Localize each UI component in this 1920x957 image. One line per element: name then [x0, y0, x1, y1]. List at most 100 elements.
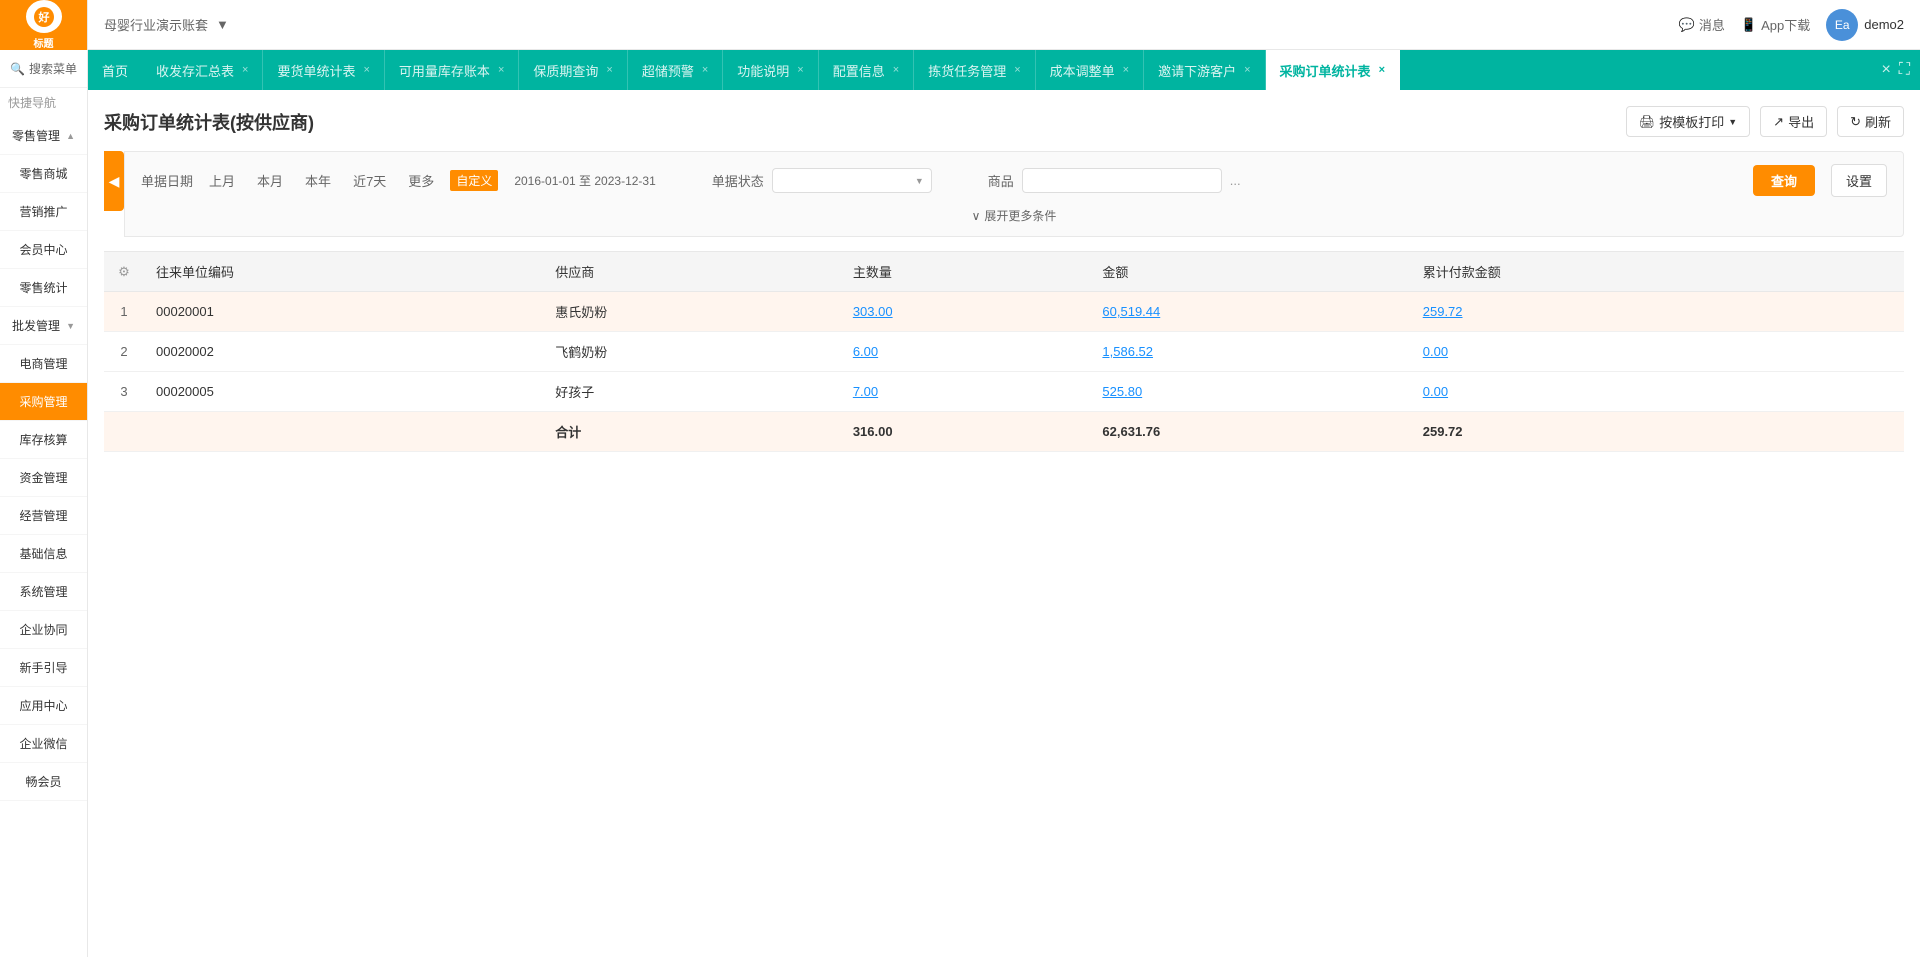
custom-badge: 自定义	[450, 170, 498, 191]
sidebar-item-newbie[interactable]: 新手引导	[0, 649, 87, 687]
export-button[interactable]: ↗ 导出	[1760, 106, 1827, 137]
nav-tabs-end: × ⛶	[1871, 61, 1920, 79]
setting-button[interactable]: 设置	[1831, 164, 1887, 197]
sidebar-item-inventory[interactable]: 库存核算	[0, 421, 87, 459]
refresh-button[interactable]: ↻ 刷新	[1837, 106, 1904, 137]
date-label: 单据日期	[141, 171, 193, 190]
row-amount: 60,519.44	[1090, 292, 1410, 332]
row-amount: 525.80	[1090, 372, 1410, 412]
close-icon-9[interactable]: ×	[1123, 64, 1129, 76]
fullscreen-button[interactable]: ⛶	[1899, 61, 1910, 79]
tab-超储预警[interactable]: 超储预警 ×	[628, 50, 723, 90]
shortcut-last-month[interactable]: 上月	[201, 169, 243, 192]
filter-toggle-button[interactable]: ◀	[104, 151, 124, 211]
tab-home[interactable]: 首页	[88, 50, 142, 90]
sidebar-item-purchase[interactable]: 采购管理	[0, 383, 87, 421]
tab-成本调整单[interactable]: 成本调整单 ×	[1036, 50, 1144, 90]
tab-功能说明[interactable]: 功能说明 ×	[723, 50, 818, 90]
col-code: 往来单位编码	[144, 252, 543, 292]
sidebar-item-wechat[interactable]: 企业微信	[0, 725, 87, 763]
shortcut-7days[interactable]: 近7天	[345, 169, 394, 192]
page-content: 采购订单统计表(按供应商) 🖨 按模板打印 ▼ ↗ 导出 ↻ 刷新	[88, 90, 1920, 957]
sidebar-item-basic-info[interactable]: 基础信息	[0, 535, 87, 573]
goods-input[interactable]	[1022, 168, 1222, 193]
date-filter-group: 单据日期 上月 本月 本年 近7天 更多 自定义	[141, 169, 498, 192]
goods-label: 商品	[988, 171, 1014, 190]
sidebar-item-wholesale[interactable]: 批发管理 ▼	[0, 307, 87, 345]
close-icon-6[interactable]: ×	[797, 64, 803, 76]
gear-icon[interactable]: ⚙	[118, 264, 130, 279]
svg-text:好: 好	[37, 10, 49, 24]
top-bar-right: 💬 消息 📱 App下载 Ea demo2	[1679, 9, 1904, 41]
summary-row: 合计 316.00 62,631.76 259.72	[104, 412, 1904, 452]
user-profile[interactable]: Ea demo2	[1826, 9, 1904, 41]
goods-more-icon[interactable]: ...	[1230, 173, 1241, 188]
row-supplier: 惠氏奶粉	[543, 292, 841, 332]
print-button[interactable]: 🖨 按模板打印 ▼	[1626, 106, 1750, 137]
print-icon: 🖨	[1639, 114, 1656, 130]
sidebar-item-system[interactable]: 系统管理	[0, 573, 87, 611]
sidebar-item-enterprise[interactable]: 企业协同	[0, 611, 87, 649]
status-select-wrapper	[772, 168, 932, 193]
tab-收发存汇总表[interactable]: 收发存汇总表 ×	[142, 50, 263, 90]
close-icon-10[interactable]: ×	[1244, 64, 1250, 76]
quick-nav-item[interactable]: 快捷导航	[0, 88, 87, 117]
row-supplier: 飞鹤奶粉	[543, 332, 841, 372]
shortcut-this-month[interactable]: 本月	[249, 169, 291, 192]
query-button[interactable]: 查询	[1753, 165, 1815, 196]
message-button[interactable]: 💬 消息	[1679, 15, 1725, 34]
sidebar-item-finance[interactable]: 资金管理	[0, 459, 87, 497]
tab-拣货任务管理[interactable]: 拣货任务管理 ×	[914, 50, 1035, 90]
close-icon-1[interactable]: ×	[242, 64, 248, 76]
row-amount: 1,586.52	[1090, 332, 1410, 372]
tab-配置信息[interactable]: 配置信息 ×	[819, 50, 914, 90]
date-range-display: 2016-01-01 至 2023-12-31	[514, 172, 655, 189]
sidebar-items-container: 零售管理 ▲ 零售商城 营销推广 会员中心 零售统计 批发管理 ▼ 电商管理 采…	[0, 117, 87, 957]
expand-more-area: ∨ 展开更多条件	[141, 207, 1887, 224]
row-qty: 303.00	[841, 292, 1091, 332]
chevron-down-icon-2: ▼	[66, 321, 75, 331]
tab-可用量库存账本[interactable]: 可用量库存账本 ×	[385, 50, 519, 90]
tab-采购订单统计表[interactable]: 采购订单统计表 ×	[1266, 50, 1400, 90]
close-icon-4[interactable]: ×	[606, 64, 612, 76]
row-qty: 6.00	[841, 332, 1091, 372]
sidebar-item-retail-store[interactable]: 零售商城	[0, 155, 87, 193]
status-select[interactable]	[772, 168, 932, 193]
search-menu-button[interactable]: 🔍 搜索菜单	[6, 56, 81, 81]
user-name: demo2	[1864, 17, 1904, 32]
expand-icon: ∨	[972, 209, 981, 223]
shortcut-this-year[interactable]: 本年	[297, 169, 339, 192]
row-no: 1	[104, 292, 144, 332]
table-row: 3 00020005 好孩子 7.00 525.80 0.00	[104, 372, 1904, 412]
expand-more-button[interactable]: ∨ 展开更多条件	[972, 207, 1057, 224]
close-all-button[interactable]: ×	[1881, 61, 1890, 79]
sidebar-item-marketing[interactable]: 营销推广	[0, 193, 87, 231]
tab-保质期查询[interactable]: 保质期查询 ×	[519, 50, 627, 90]
sidebar-item-retail-mgmt[interactable]: 零售管理 ▲	[0, 117, 87, 155]
sidebar-item-ecommerce[interactable]: 电商管理	[0, 345, 87, 383]
sidebar-item-member[interactable]: 会员中心	[0, 231, 87, 269]
close-icon-3[interactable]: ×	[498, 64, 504, 76]
workspace-selector[interactable]: 母婴行业演示账套 ▼	[104, 15, 229, 34]
close-icon-active[interactable]: ×	[1379, 64, 1385, 76]
goods-filter-group: 商品 ...	[988, 168, 1241, 193]
phone-icon: 📱	[1741, 17, 1757, 33]
close-icon-7[interactable]: ×	[893, 64, 899, 76]
close-icon-8[interactable]: ×	[1014, 64, 1020, 76]
sidebar-item-app-center[interactable]: 应用中心	[0, 687, 87, 725]
sidebar-item-operations[interactable]: 经营管理	[0, 497, 87, 535]
row-paid: 259.72	[1411, 292, 1810, 332]
app-download-button[interactable]: 📱 App下载	[1741, 15, 1810, 34]
tab-邀请下游客户[interactable]: 邀请下游客户 ×	[1144, 50, 1265, 90]
col-paid: 累计付款金额	[1411, 252, 1810, 292]
logo-icon: 好	[26, 0, 62, 33]
close-icon-5[interactable]: ×	[702, 64, 708, 76]
close-icon-2[interactable]: ×	[363, 64, 369, 76]
sidebar-search-area[interactable]: 🔍 搜索菜单	[0, 50, 87, 88]
sidebar-item-retail-stats[interactable]: 零售统计	[0, 269, 87, 307]
tab-要货单统计表[interactable]: 要货单统计表 ×	[263, 50, 384, 90]
sidebar-item-member2[interactable]: 畅会员	[0, 763, 87, 801]
shortcut-more[interactable]: 更多	[400, 169, 442, 192]
page-title-bar: 采购订单统计表(按供应商) 🖨 按模板打印 ▼ ↗ 导出 ↻ 刷新	[104, 106, 1904, 137]
row-code: 00020005	[144, 372, 543, 412]
